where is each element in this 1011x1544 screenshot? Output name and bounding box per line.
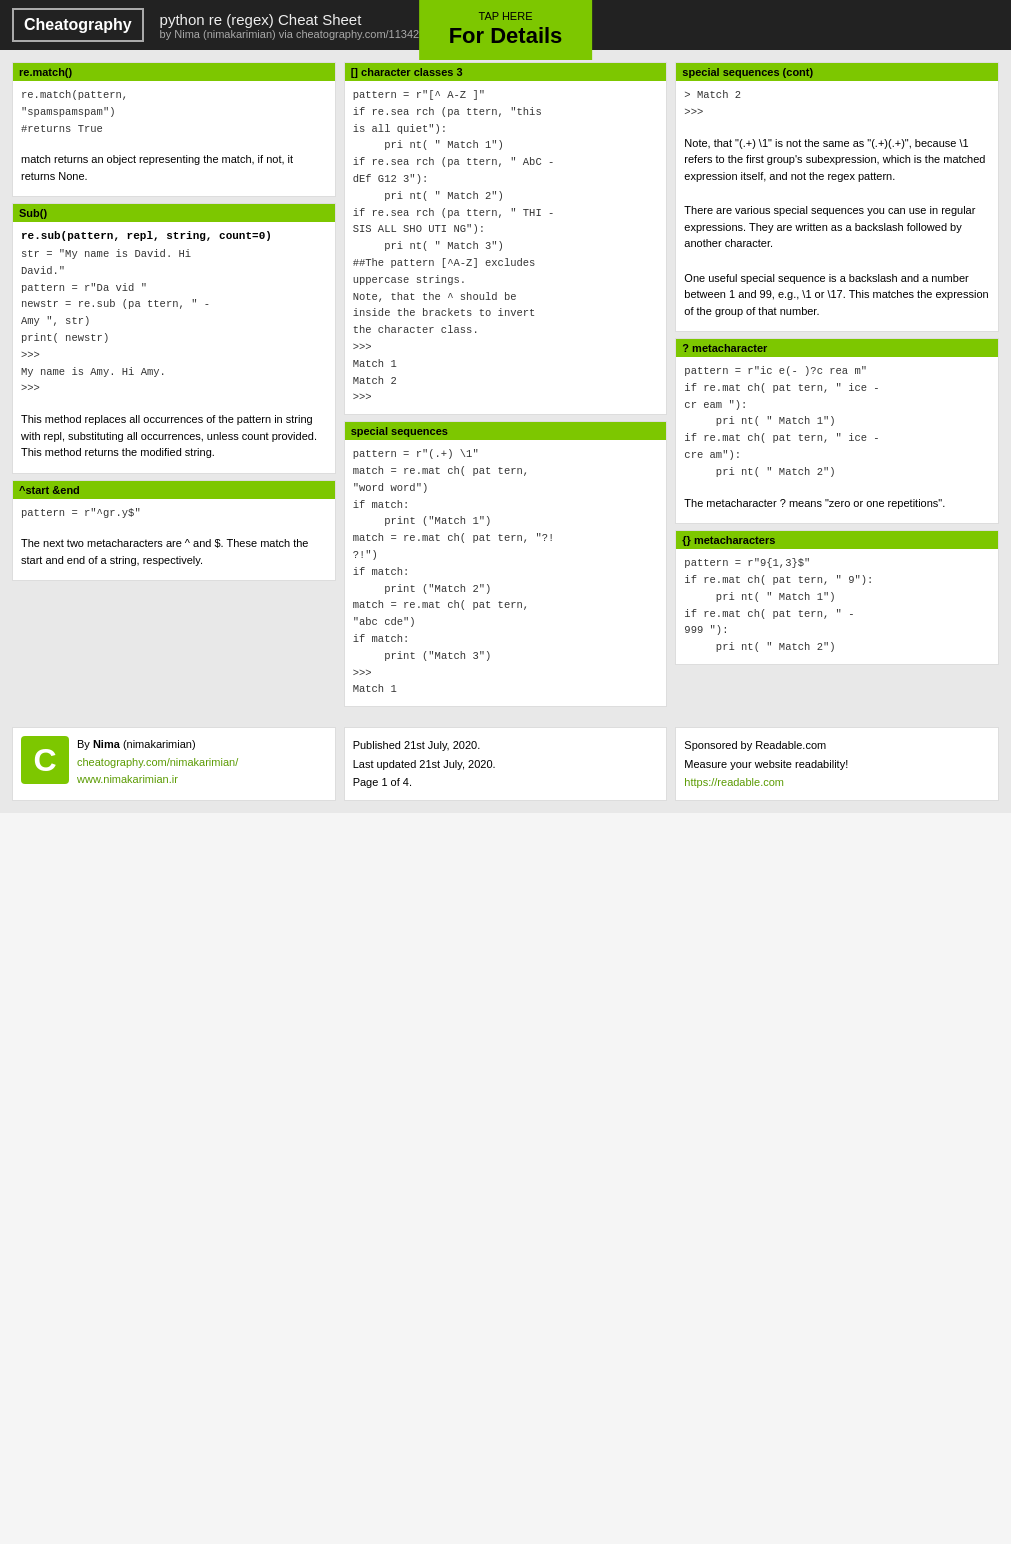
card-rematch-header: re.match()	[13, 63, 335, 81]
specialseq-cont-text3: One useful special sequence is a backsla…	[684, 270, 990, 320]
question-meta-code: pattern = r"ic e(- )?c rea m" if re.mat …	[684, 363, 990, 481]
specialseq-cont-output: > Match 2 >>>	[684, 87, 990, 121]
logo: Cheatography	[12, 8, 144, 42]
specialseq-code: pattern = r"(.+) \1" match = re.mat ch( …	[353, 446, 659, 698]
card-specialseq-cont-header: special sequences (cont)	[676, 63, 998, 81]
column-3: special sequences (cont) > Match 2 >>> N…	[671, 58, 1003, 711]
footer: C By Nima (nimakarimian) cheatography.co…	[0, 719, 1011, 813]
tap-small-text: TAP HERE	[449, 10, 563, 23]
footer-sponsor-tagline: Measure your website readability!	[684, 755, 990, 774]
card-sub-header: Sub()	[13, 204, 335, 222]
footer-author-line: By Nima (nimakarimian)	[77, 736, 238, 754]
main-content: re.match() re.match(pattern, "spamspamsp…	[0, 50, 1011, 719]
specialseq-cont-text1: Note, that "(.+) \1" is not the same as …	[684, 135, 990, 185]
footer-author-info: By Nima (nimakarimian) cheatography.com/…	[77, 736, 238, 789]
rematch-text: match returns an object representing the…	[21, 151, 327, 184]
card-startend: ^start &end pattern = r"^gr.y$" The next…	[12, 480, 336, 582]
card-specialseq: special sequences pattern = r"(.+) \1" m…	[344, 421, 668, 707]
column-2: [] character classes 3 pattern = r"[^ A-…	[340, 58, 672, 711]
footer-left-card: C By Nima (nimakarimian) cheatography.co…	[12, 727, 336, 801]
footer-sponsor-link[interactable]: https://readable.com	[684, 773, 990, 792]
footer-sponsor: Sponsored by Readable.com	[684, 736, 990, 755]
card-question-meta: ? metacharacter pattern = r"ic e(- )?c r…	[675, 338, 999, 524]
rematch-code: re.match(pattern, "spamspamspam") #retur…	[21, 87, 327, 137]
footer-by-label: By	[77, 738, 90, 750]
header: Cheatography python re (regex) Cheat She…	[0, 0, 1011, 50]
startend-text: The next two metacharacters are ^ and $.…	[21, 535, 327, 568]
footer-updated: Last updated 21st July, 2020.	[353, 755, 659, 774]
card-charclass: [] character classes 3 pattern = r"[^ A-…	[344, 62, 668, 415]
footer-page: Page 1 of 4.	[353, 773, 659, 792]
footer-right-col: Sponsored by Readable.com Measure your w…	[671, 723, 1003, 805]
card-question-meta-header: ? metacharacter	[676, 339, 998, 357]
footer-logo: C	[21, 736, 69, 784]
tap-large-text: For Details	[449, 23, 563, 48]
column-1: re.match() re.match(pattern, "spamspamsp…	[8, 58, 340, 711]
footer-link2[interactable]: www.nimakarimian.ir	[77, 771, 238, 789]
footer-link1[interactable]: cheatography.com/nimakarimian/	[77, 754, 238, 772]
card-curly-meta: {} metacharacters pattern = r"9{1,3}$" i…	[675, 530, 999, 665]
card-specialseq-cont: special sequences (cont) > Match 2 >>> N…	[675, 62, 999, 332]
card-rematch: re.match() re.match(pattern, "spamspamsp…	[12, 62, 336, 197]
footer-right-card: Sponsored by Readable.com Measure your w…	[675, 727, 999, 801]
footer-author-name: Nima	[93, 738, 120, 750]
card-startend-header: ^start &end	[13, 481, 335, 499]
question-meta-text: The metacharacter ? means "zero or one r…	[684, 495, 990, 512]
footer-author-handle: (nimakarimian)	[123, 738, 196, 750]
footer-center-col: Published 21st July, 2020. Last updated …	[340, 723, 672, 805]
sub-text: This method replaces all occurrences of …	[21, 411, 327, 461]
curly-meta-code: pattern = r"9{1,3}$" if re.mat ch( pat t…	[684, 555, 990, 656]
card-sub: Sub() re.sub(pattern, repl, string, coun…	[12, 203, 336, 473]
card-charclass-header: [] character classes 3	[345, 63, 667, 81]
card-specialseq-header: special sequences	[345, 422, 667, 440]
footer-left-col: C By Nima (nimakarimian) cheatography.co…	[8, 723, 340, 805]
sub-code: str = "My name is David. Hi David." patt…	[21, 246, 327, 397]
tap-banner[interactable]: TAP HERE For Details	[419, 0, 593, 60]
charclass-code: pattern = r"[^ A-Z ]" if re.sea rch (pa …	[353, 87, 659, 406]
startend-code: pattern = r"^gr.y$"	[21, 505, 327, 522]
card-curly-meta-header: {} metacharacters	[676, 531, 998, 549]
footer-center-card: Published 21st July, 2020. Last updated …	[344, 727, 668, 801]
footer-published: Published 21st July, 2020.	[353, 736, 659, 755]
sub-bold-code: re.sub(pattern, repl, string, count=0)	[21, 228, 327, 246]
specialseq-cont-text2: There are various special sequences you …	[684, 202, 990, 252]
